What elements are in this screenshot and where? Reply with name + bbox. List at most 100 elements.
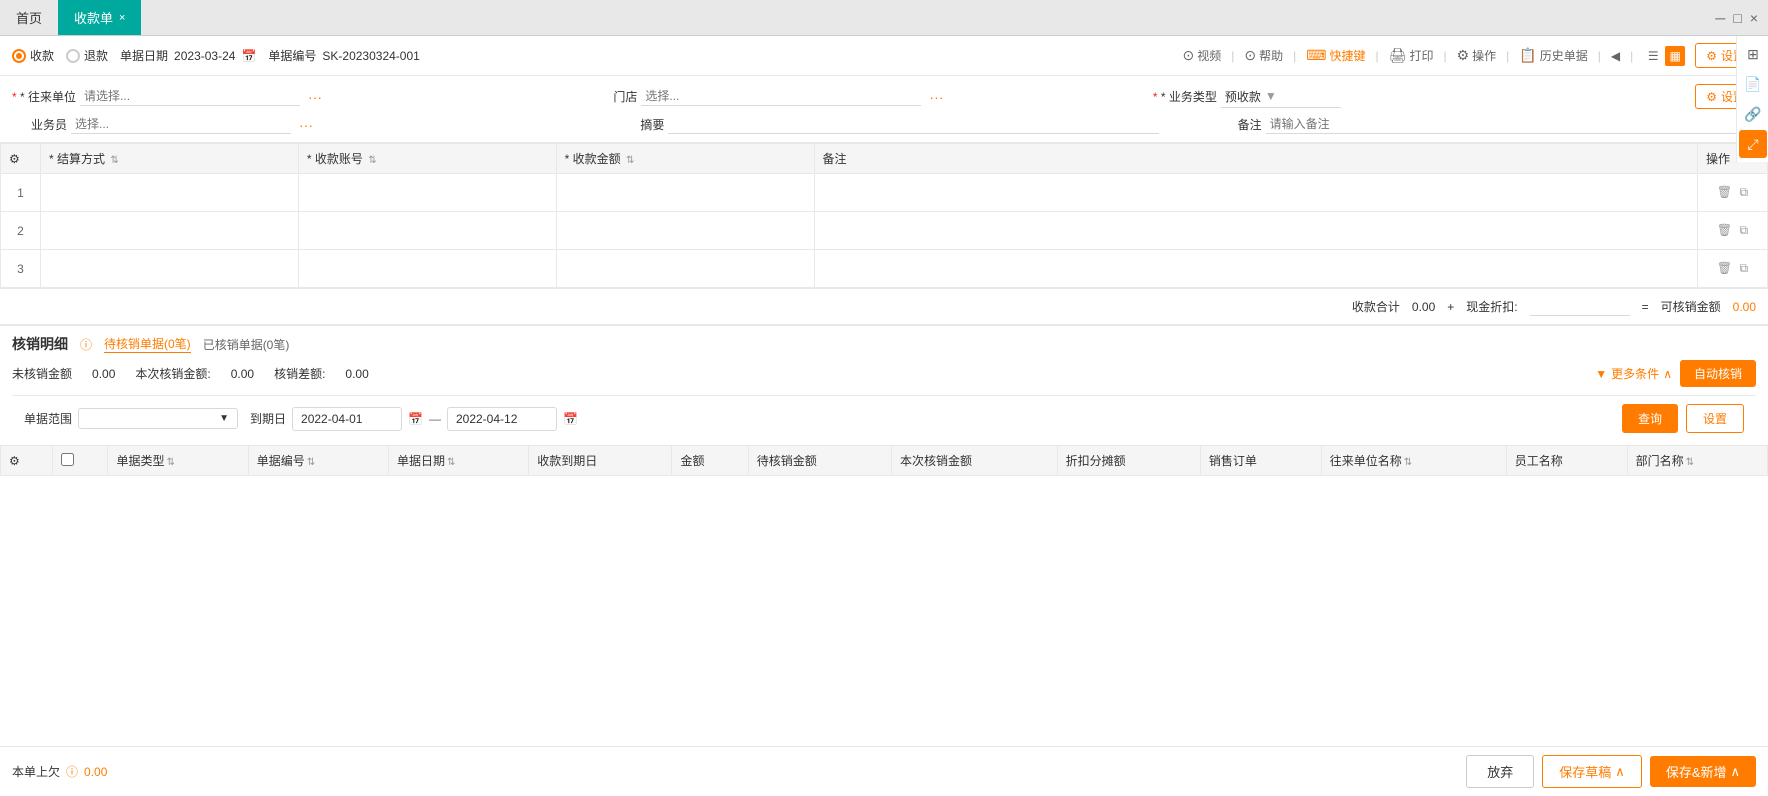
delete-icon-1[interactable]: 🗑 (1717, 185, 1732, 199)
select-all-checkbox[interactable] (61, 453, 74, 466)
sort-icon-3[interactable]: ⇅ (626, 155, 634, 166)
refund-radio[interactable]: 退款 (66, 47, 108, 64)
remark-input[interactable] (1266, 115, 1756, 134)
receipt-account-3[interactable] (298, 250, 556, 288)
number-field: 单据编号 SK-20230324-001 (268, 47, 419, 64)
operation-icon: ⚙ (1457, 47, 1470, 64)
operation-btn[interactable]: ⚙ 操作 (1457, 47, 1497, 64)
layout-grid-icon[interactable]: ▦ (1665, 46, 1685, 66)
help-btn[interactable]: ⊙ 帮助 (1244, 47, 1283, 64)
sidebar-expand-icon[interactable]: ⤢ (1739, 130, 1767, 158)
remark-2[interactable] (814, 212, 1698, 250)
receipt-amount-3[interactable] (556, 250, 814, 288)
info-icon-footer[interactable]: ⓘ (66, 763, 78, 780)
range-label: 单据范围 (24, 410, 72, 427)
tab-receipt[interactable]: 收款单 × (58, 0, 141, 35)
due-date-label: 到期日 (250, 410, 286, 427)
diff-label: 核销差额: (274, 365, 325, 382)
settlement-method-1[interactable] (41, 174, 299, 212)
sort-doc-type[interactable]: ⇅ (166, 457, 174, 468)
delete-icon-3[interactable]: 🗑 (1717, 261, 1732, 275)
sort-counterparty[interactable]: ⇅ (1404, 457, 1412, 468)
keyboard-icon: ⌨ (1306, 47, 1326, 64)
footer-left: 本单上欠 ⓘ 0.00 (12, 763, 107, 780)
sort-icon-2[interactable]: ⇅ (368, 155, 376, 166)
date-from-input[interactable] (292, 407, 402, 431)
help-icon: ⊙ (1244, 47, 1256, 64)
settlement-method-3[interactable] (41, 250, 299, 288)
discount-input[interactable] (1530, 297, 1630, 316)
layout-list-icon[interactable]: ☰ (1643, 46, 1663, 66)
range-select[interactable]: ▼ (78, 408, 238, 429)
auto-verify-btn[interactable]: 自动核销 (1680, 360, 1756, 387)
delete-icon-2[interactable]: 🗑 (1717, 223, 1732, 237)
sidebar-table-icon[interactable]: ⊞ (1739, 40, 1767, 68)
verified-tab[interactable]: 已核销单据(0笔) (203, 336, 290, 353)
footer-right: 放弃 保存草稿 ∧ 保存&新增 ∧ (1466, 755, 1756, 788)
info-icon[interactable]: ⓘ (80, 336, 92, 353)
video-btn[interactable]: ⊙ 视频 (1183, 47, 1222, 64)
more-conditions-btn[interactable]: ▼ 更多条件 ∧ (1595, 365, 1672, 382)
abandon-btn[interactable]: 放弃 (1466, 755, 1534, 788)
remark-1[interactable] (814, 174, 1698, 212)
receipt-amount-1[interactable] (556, 174, 814, 212)
prev-record-icon[interactable]: ◀ (1611, 49, 1620, 63)
tab-close-icon[interactable]: × (119, 12, 125, 24)
sort-doc-number[interactable]: ⇅ (307, 457, 315, 468)
save-draft-arrow-icon[interactable]: ∧ (1615, 764, 1625, 780)
store-input[interactable] (641, 87, 921, 106)
shortcut-btn[interactable]: ⌨ 快捷键 (1306, 47, 1365, 64)
actions-1: 🗑 ⧉ (1698, 174, 1768, 212)
window-close-icon[interactable]: × (1750, 10, 1758, 26)
store-label: 门店 (582, 88, 637, 105)
counterparty-more-btn[interactable]: ··· (304, 89, 326, 105)
table-settings-icon-2[interactable]: ⚙ (9, 454, 20, 468)
date-calendar-icon[interactable]: 📅 (241, 49, 256, 63)
unverified-value: 0.00 (92, 367, 115, 381)
date-to-calendar-icon[interactable]: 📅 (563, 412, 578, 426)
counterparty-input[interactable] (80, 87, 300, 106)
receipt-amount-2[interactable] (556, 212, 814, 250)
total-label: 收款合计 (1352, 298, 1400, 315)
sort-icon[interactable]: ⇅ (110, 155, 118, 166)
pending-tab[interactable]: 待核销单据(0笔) (104, 335, 191, 353)
remark-3[interactable] (814, 250, 1698, 288)
data-table: ⚙ * 结算方式 ⇅ * 收款账号 ⇅ * 收款金额 ⇅ (0, 143, 1768, 288)
save-new-btn[interactable]: 保存&新增 ∧ (1650, 756, 1756, 787)
print-btn[interactable]: 🖨 打印 (1389, 47, 1434, 64)
store-more-btn[interactable]: ··· (925, 89, 947, 105)
save-draft-btn[interactable]: 保存草稿 ∧ (1542, 755, 1642, 788)
settlement-method-2[interactable] (41, 212, 299, 250)
tab-home[interactable]: 首页 (0, 0, 58, 35)
sort-doc-date[interactable]: ⇅ (447, 457, 455, 468)
window-minimize-icon[interactable]: ─ (1715, 10, 1725, 26)
window-maximize-icon[interactable]: □ (1733, 10, 1741, 26)
bottom-table: ⚙ 单据类型⇅ 单据编号⇅ 单据日期⇅ 收款到期日 金额 (0, 445, 1768, 476)
table-settings-col[interactable]: ⚙ (1, 144, 41, 174)
history-btn[interactable]: 📋 历史单据 (1519, 47, 1587, 64)
business-type-label: * 业务类型 (1153, 88, 1217, 105)
current-label: 本次核销金额: (135, 365, 210, 382)
filter-setup-btn[interactable]: 设置 (1686, 404, 1744, 433)
copy-icon-2[interactable]: ⧉ (1740, 223, 1749, 237)
sidebar-file-icon[interactable]: 📄 (1739, 70, 1767, 98)
business-type-select[interactable]: 预收款 ▼ (1221, 86, 1341, 108)
sidebar-link-icon[interactable]: 🔗 (1739, 100, 1767, 128)
main-content: 收款 退款 单据日期 2023-03-24 📅 单据编号 SK-20230324… (0, 36, 1768, 796)
salesperson-input[interactable] (71, 115, 291, 134)
salesperson-more-btn[interactable]: ··· (295, 117, 317, 133)
sort-dept[interactable]: ⇅ (1686, 457, 1694, 468)
memo-input[interactable] (668, 115, 1158, 134)
receipt-radio[interactable]: 收款 (12, 47, 54, 64)
discount-amount-header: 折扣分摊额 (1057, 446, 1200, 476)
date-from-calendar-icon[interactable]: 📅 (408, 412, 423, 426)
copy-icon-1[interactable]: ⧉ (1740, 185, 1749, 199)
receipt-account-2[interactable] (298, 212, 556, 250)
date-to-input[interactable] (447, 407, 557, 431)
receipt-account-1[interactable] (298, 174, 556, 212)
save-new-arrow-icon[interactable]: ∧ (1730, 764, 1740, 780)
tab-bar-right: ─ □ × (1715, 10, 1768, 26)
copy-icon-3[interactable]: ⧉ (1740, 261, 1749, 275)
counterparty-label: * 往来单位 (12, 88, 76, 105)
query-btn[interactable]: 查询 (1622, 404, 1678, 433)
